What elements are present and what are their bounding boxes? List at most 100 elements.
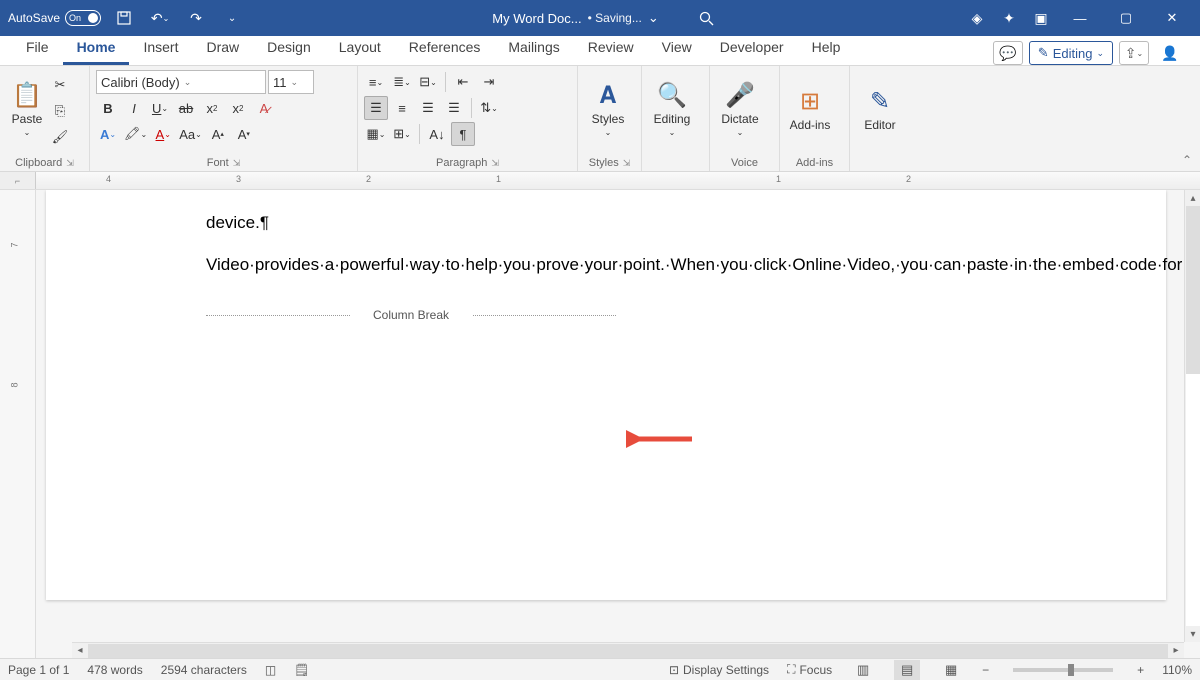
bullets-icon[interactable]: ≡⌄ xyxy=(364,70,388,94)
editor-button[interactable]: ✎Editor xyxy=(856,69,904,149)
tab-draw[interactable]: Draw xyxy=(192,33,253,65)
superscript-button[interactable]: x2 xyxy=(226,96,250,120)
premium-icon[interactable]: ◈ xyxy=(964,5,990,31)
zoom-out-button[interactable]: − xyxy=(982,663,989,677)
scroll-down-icon[interactable]: ▾ xyxy=(1185,626,1200,642)
borders-icon[interactable]: ⊞⌄ xyxy=(390,122,414,146)
show-paragraph-marks-icon[interactable]: ¶ xyxy=(451,122,475,146)
paste-button[interactable]: 📋Paste⌄ xyxy=(6,69,48,149)
share-button[interactable]: ⇪⌄ xyxy=(1119,41,1149,65)
strikethrough-button[interactable]: ab xyxy=(174,96,198,120)
document-paragraph[interactable]: device.¶ xyxy=(206,210,616,236)
styles-button[interactable]: 𝐀Styles⌄ xyxy=(584,69,632,149)
char-count-status[interactable]: 2594 characters xyxy=(161,663,247,677)
justify-icon[interactable]: ☰ xyxy=(442,96,466,120)
page-number-status[interactable]: Page 1 of 1 xyxy=(8,663,69,677)
horizontal-scrollbar[interactable]: ◂ ▸ xyxy=(72,642,1184,658)
save-icon[interactable] xyxy=(111,5,137,31)
underline-button[interactable]: U⌄ xyxy=(148,96,172,120)
vertical-ruler[interactable]: 7 8 xyxy=(0,190,36,658)
tab-developer[interactable]: Developer xyxy=(706,33,798,65)
horizontal-ruler[interactable]: ⌐ 4 3 2 1 1 2 xyxy=(0,172,1200,190)
web-layout-icon[interactable]: ▦ xyxy=(938,660,964,680)
tab-references[interactable]: References xyxy=(395,33,495,65)
coming-soon-icon[interactable]: ✦ xyxy=(996,5,1022,31)
tab-design[interactable]: Design xyxy=(253,33,325,65)
qat-dropdown-icon[interactable]: ⌄ xyxy=(219,5,245,31)
ribbon-mode-icon[interactable]: ▣ xyxy=(1028,5,1054,31)
comments-icon[interactable]: 💬 xyxy=(993,41,1023,65)
document-page[interactable]: device.¶ Video·provides·a·powerful·way·t… xyxy=(46,190,1166,600)
title-dropdown-icon[interactable]: ⌄ xyxy=(648,10,659,26)
shrink-font-icon[interactable]: A▾ xyxy=(232,122,256,146)
mode-editing-button[interactable]: ✎Editing⌄ xyxy=(1029,41,1113,65)
scroll-left-icon[interactable]: ◂ xyxy=(72,643,88,659)
tab-view[interactable]: View xyxy=(648,33,706,65)
clear-formatting-icon[interactable]: A̷ xyxy=(252,96,276,120)
search-icon[interactable] xyxy=(695,7,717,29)
focus-button[interactable]: ⛶ Focus xyxy=(787,662,832,677)
align-right-icon[interactable]: ☰ xyxy=(416,96,440,120)
tab-help[interactable]: Help xyxy=(798,33,855,65)
cut-icon[interactable]: ✂ xyxy=(48,73,72,97)
accessibility-icon[interactable]: 🗒 xyxy=(294,663,309,677)
zoom-in-button[interactable]: + xyxy=(1137,663,1144,677)
redo-icon[interactable]: ↷ xyxy=(183,5,209,31)
align-center-icon[interactable]: ≡ xyxy=(390,96,414,120)
editing-button[interactable]: 🔍Editing⌄ xyxy=(648,69,696,149)
collapse-ribbon-icon[interactable]: ⌃ xyxy=(1182,153,1192,167)
tab-layout[interactable]: Layout xyxy=(325,33,395,65)
highlight-color-icon[interactable]: 🖍⌄ xyxy=(122,122,149,146)
align-left-icon[interactable]: ☰ xyxy=(364,96,388,120)
copy-icon[interactable]: ⎘ xyxy=(48,99,72,123)
display-settings-button[interactable]: ⊡ Display Settings xyxy=(669,663,769,677)
subscript-button[interactable]: x2 xyxy=(200,96,224,120)
sort-icon[interactable]: A↓ xyxy=(425,122,449,146)
tab-insert[interactable]: Insert xyxy=(129,33,192,65)
line-spacing-icon[interactable]: ⇅⌄ xyxy=(477,96,501,120)
document-area[interactable]: device.¶ Video·provides·a·powerful·way·t… xyxy=(36,190,1200,658)
increase-indent-icon[interactable]: ⇥ xyxy=(477,70,501,94)
italic-button[interactable]: I xyxy=(122,96,146,120)
font-dialog-icon[interactable]: ⇲ xyxy=(233,158,241,168)
autosave-toggle[interactable]: AutoSave On xyxy=(8,10,101,26)
tab-mailings[interactable]: Mailings xyxy=(494,33,573,65)
word-count-status[interactable]: 478 words xyxy=(87,663,142,677)
numbering-icon[interactable]: ≣⌄ xyxy=(390,70,414,94)
tab-home[interactable]: Home xyxy=(63,33,130,65)
scroll-up-icon[interactable]: ▴ xyxy=(1185,190,1200,206)
tab-review[interactable]: Review xyxy=(574,33,648,65)
format-painter-icon[interactable]: 🖌 xyxy=(48,125,72,149)
zoom-slider[interactable] xyxy=(1013,668,1113,672)
decrease-indent-icon[interactable]: ⇤ xyxy=(451,70,475,94)
ruler-tick: 8 xyxy=(10,382,20,387)
tab-file[interactable]: File xyxy=(12,33,63,65)
read-mode-icon[interactable]: ▥ xyxy=(850,660,876,680)
dictate-button[interactable]: 🎤Dictate⌄ xyxy=(716,69,764,149)
styles-dialog-icon[interactable]: ⇲ xyxy=(623,158,631,168)
multilevel-list-icon[interactable]: ⊟⌄ xyxy=(416,70,440,94)
grow-font-icon[interactable]: A▴ xyxy=(206,122,230,146)
account-icon[interactable]: 👤 xyxy=(1155,41,1185,65)
bold-button[interactable]: B xyxy=(96,96,120,120)
vertical-scrollbar[interactable]: ▴ ▾ xyxy=(1184,190,1200,642)
paragraph-dialog-icon[interactable]: ⇲ xyxy=(491,158,499,168)
maximize-button[interactable]: ▢ xyxy=(1106,0,1146,36)
undo-icon[interactable]: ↶⌄ xyxy=(147,5,173,31)
document-paragraph[interactable]: Video·provides·a·powerful·way·to·help·yo… xyxy=(206,252,616,278)
paragraph-group-label: Paragraph xyxy=(436,157,487,169)
text-effects-icon[interactable]: A⌄ xyxy=(96,122,120,146)
font-size-combo[interactable]: 11⌄ xyxy=(268,70,314,94)
shading-icon[interactable]: ▦⌄ xyxy=(364,122,388,146)
minimize-button[interactable]: — xyxy=(1060,0,1100,36)
addins-button[interactable]: ⊞Add-ins xyxy=(786,69,834,149)
zoom-level[interactable]: 110% xyxy=(1162,663,1192,677)
print-layout-icon[interactable]: ▤ xyxy=(894,660,920,680)
close-button[interactable]: ✕ xyxy=(1152,0,1192,36)
scroll-right-icon[interactable]: ▸ xyxy=(1168,643,1184,659)
change-case-icon[interactable]: Aa⌄ xyxy=(177,122,204,146)
font-color-icon[interactable]: A⌄ xyxy=(151,122,175,146)
font-family-combo[interactable]: Calibri (Body)⌄ xyxy=(96,70,266,94)
spellcheck-icon[interactable]: ◫ xyxy=(265,663,276,677)
clipboard-dialog-icon[interactable]: ⇲ xyxy=(66,158,74,168)
